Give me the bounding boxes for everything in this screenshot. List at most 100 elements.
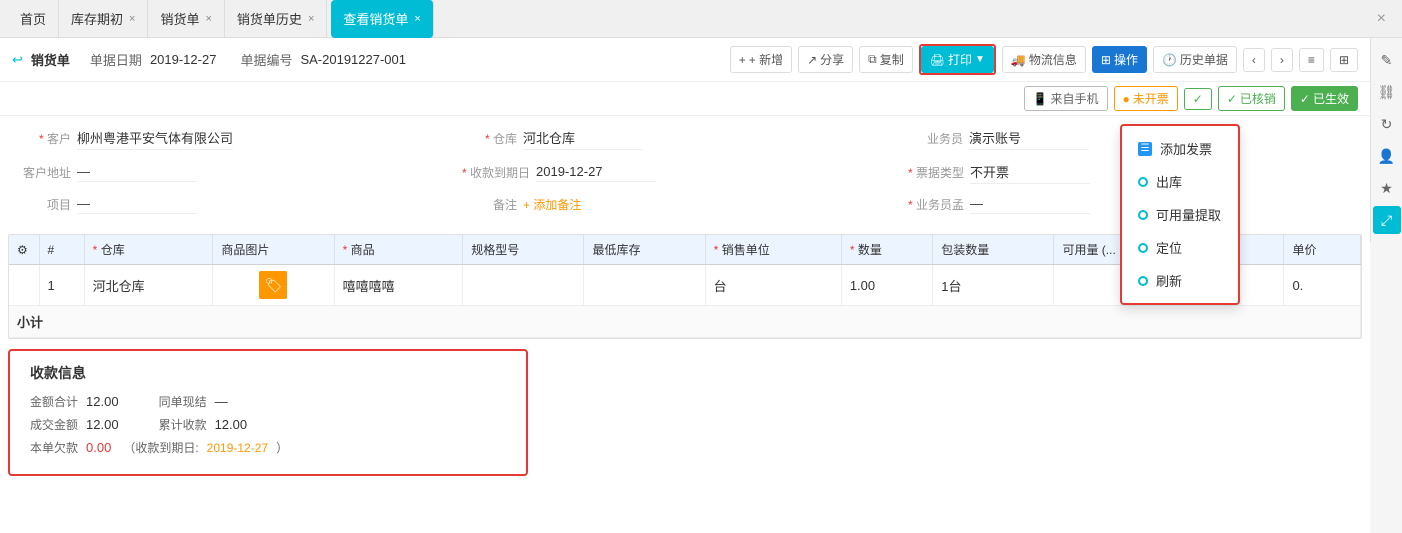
sidebar-edit-icon[interactable]: ✎ [1373, 46, 1401, 74]
outbound-icon [1138, 177, 1148, 187]
date-label: 单据日期 [90, 50, 142, 69]
prev-button[interactable]: ‹ [1243, 48, 1265, 72]
confirm-button[interactable]: ✓ [1184, 88, 1212, 110]
amount-total-value: 12.00 [86, 394, 119, 409]
tab-inventory[interactable]: 库存期初 × [59, 0, 148, 38]
copy-button[interactable]: ⧉ 复制 [859, 46, 913, 73]
dropdown-add-invoice[interactable]: ☰ 添加发票 [1122, 132, 1238, 165]
add-invoice-label: 添加发票 [1160, 139, 1212, 158]
invoice-type-value: 不开票 [970, 160, 1090, 184]
col-model: 规格型号 [463, 235, 584, 265]
outstanding-label: 本单欠款 [30, 439, 78, 456]
row-model [463, 265, 584, 306]
col-min-stock: 最低库存 [584, 235, 705, 265]
col-warehouse: 仓库 [84, 235, 213, 265]
outbound-label: 出库 [1156, 172, 1182, 191]
row-qty: 1.00 [841, 265, 932, 306]
cancel-btn[interactable]: ✓ 已核销 [1218, 86, 1285, 111]
copy-icon: ⧉ [868, 52, 877, 67]
effective-button[interactable]: ✓ 已生效 [1291, 86, 1358, 111]
next-button[interactable]: › [1271, 48, 1293, 72]
dropdown-outbound[interactable]: 出库 [1122, 165, 1238, 198]
col-price: 单价 [1284, 235, 1361, 265]
close-all-button[interactable]: × [1369, 10, 1394, 28]
sidebar-link-icon[interactable]: ⛓ [1373, 78, 1401, 106]
tab-view-sales-close[interactable]: × [414, 13, 420, 25]
dropdown-locate[interactable]: 定位 [1122, 231, 1238, 264]
tab-sales-history[interactable]: 销货单历史 × [225, 0, 327, 38]
row-pack-qty: 1台 [933, 265, 1054, 306]
tab-sales-history-close[interactable]: × [308, 13, 314, 25]
payment-date-label: 收款到期日 [462, 164, 530, 181]
tab-home[interactable]: 首页 [8, 0, 59, 38]
warehouse-value: 河北仓库 [523, 126, 643, 150]
tab-view-sales[interactable]: 查看销货单 × [331, 0, 433, 38]
sidebar-star-icon[interactable]: ★ [1373, 174, 1401, 202]
logistics-button[interactable]: 🚚 物流信息 [1002, 46, 1086, 73]
sidebar-user-icon[interactable]: 👤 [1373, 142, 1401, 170]
tab-inventory-close[interactable]: × [129, 13, 135, 25]
operation-button[interactable]: ⊞ 操作 [1092, 46, 1147, 73]
dropdown-available-qty[interactable]: 可用量提取 [1122, 198, 1238, 231]
print-highlight-area: 🖨 打印 ▼ [919, 44, 996, 75]
print-button[interactable]: 🖨 打印 ▼ [921, 46, 994, 73]
sidebar-rotate-icon[interactable]: ↻ [1373, 110, 1401, 138]
date-value: 2019-12-27 [150, 52, 217, 67]
share-icon: ↗ [807, 53, 817, 67]
history-icon: 🕐 [1162, 53, 1177, 67]
payment-deal-amount: 成交金额 12.00 [30, 416, 119, 433]
row-unit: 台 [705, 265, 841, 306]
not-open-button[interactable]: ● 未开票 [1114, 86, 1178, 111]
row-min-stock [584, 265, 705, 306]
col-gear: ⚙ [9, 235, 39, 265]
share-button[interactable]: ↗ 分享 [798, 46, 853, 73]
amount-total-label: 金额合计 [30, 393, 78, 410]
dropdown-refresh[interactable]: 刷新 [1122, 264, 1238, 297]
number-value: SA-20191227-001 [300, 52, 406, 67]
locate-icon [1138, 243, 1148, 253]
refresh-label: 刷新 [1156, 271, 1182, 290]
customer-value: 柳州粤港平安气体有限公司 [77, 126, 233, 150]
address-field: 客户地址 — [16, 162, 462, 182]
product-image: 🏷 [259, 271, 287, 299]
outstanding-value: 0.00 [86, 440, 111, 455]
payment-amount-total: 金额合计 12.00 [30, 393, 119, 410]
available-qty-icon [1138, 210, 1148, 220]
refresh-icon [1138, 276, 1148, 286]
note-label: 备注 [462, 196, 517, 213]
doc-type-label: 销货单 [31, 50, 70, 69]
doc-icon: ↩ [12, 52, 23, 68]
toolbar-right: + + 新增 ↗ 分享 ⧉ 复制 🖨 打印 ▼ [730, 44, 1358, 75]
grid-view-button[interactable]: ⊞ [1330, 48, 1358, 72]
invoice-type-label: 票据类型 [908, 164, 964, 181]
effective-icon: ✓ [1300, 92, 1310, 106]
col-qty: 数量 [841, 235, 932, 265]
new-button[interactable]: + + 新增 [730, 46, 792, 73]
salesperson-label: 业务员 [908, 130, 963, 147]
toolbar2: 📱 来自手机 ● 未开票 ✓ ✓ 已核销 ✓ 已生效 [0, 82, 1370, 116]
row-price: 0. [1284, 265, 1361, 306]
note-field: 备注 添加备注 [462, 196, 908, 213]
salesperson2-label: 业务员孟 [908, 196, 964, 213]
history-button[interactable]: 🕐 历史单据 [1153, 46, 1237, 73]
tab-bar: 首页 库存期初 × 销货单 × 销货单历史 × 查看销货单 × × [0, 0, 1402, 38]
sidebar-expand-icon[interactable]: ⤢ [1373, 206, 1401, 234]
row-product: 嘻嘻嘻嘻 [334, 265, 463, 306]
payment-row-1: 金额合计 12.00 同单现结 — [30, 393, 506, 410]
tab-sales-close[interactable]: × [205, 13, 211, 25]
address-value: — [77, 162, 197, 182]
row-gear [9, 265, 39, 306]
col-seq: # [39, 235, 84, 265]
row-seq: 1 [39, 265, 84, 306]
payment-cumulative: 累计收款 12.00 [159, 416, 248, 433]
deal-amount-value: 12.00 [86, 417, 119, 432]
deal-amount-label: 成交金额 [30, 416, 78, 433]
from-phone-button[interactable]: 📱 来自手机 [1024, 86, 1108, 111]
address-label: 客户地址 [16, 164, 71, 181]
tab-sales[interactable]: 销货单 × [148, 0, 224, 38]
salesperson-value: 演示账号 [969, 126, 1089, 150]
list-view-button[interactable]: ≡ [1299, 48, 1324, 72]
add-note-button[interactable]: 添加备注 [523, 196, 581, 213]
payment-row-2: 成交金额 12.00 累计收款 12.00 [30, 416, 506, 433]
col-pack-qty: 包装数量 [933, 235, 1054, 265]
